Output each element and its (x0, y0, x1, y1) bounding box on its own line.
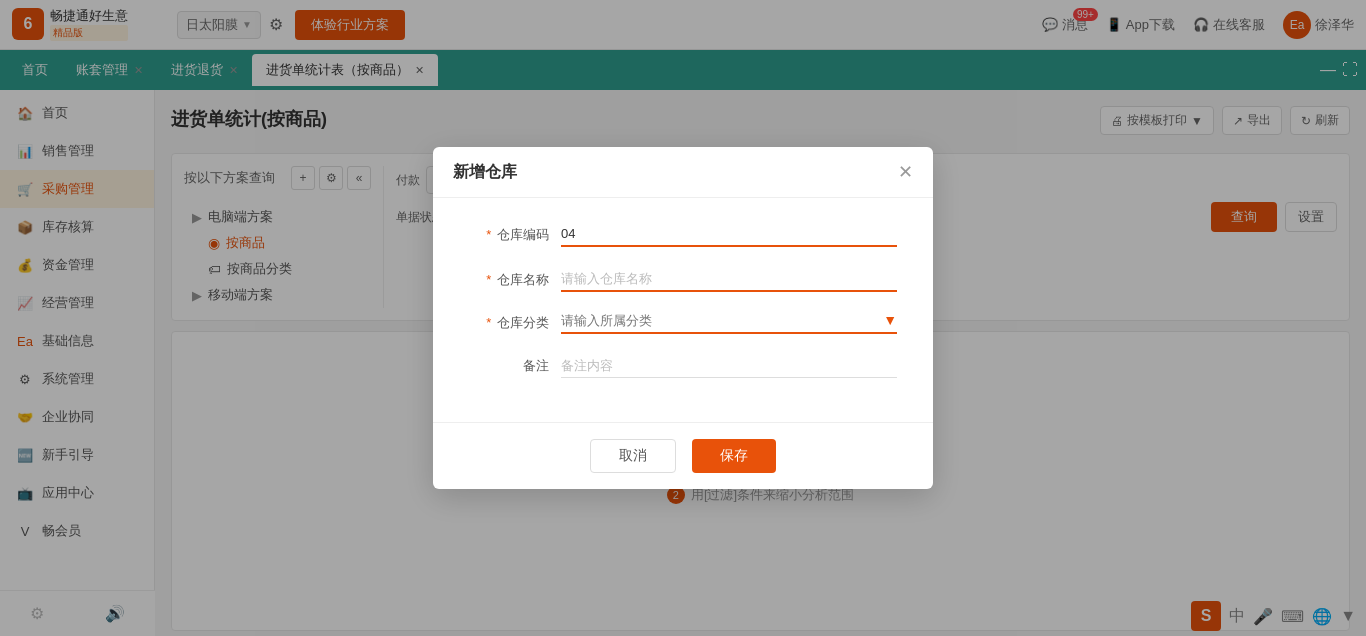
modal-body: * 仓库编码 * 仓库名称 * 仓库分类 (433, 198, 933, 422)
code-input[interactable] (561, 222, 897, 247)
modal-footer: 取消 保存 (433, 422, 933, 489)
note-input[interactable] (561, 354, 897, 378)
type-label-text: 仓库分类 (497, 315, 549, 330)
type-label: * 仓库分类 (469, 314, 549, 332)
modal-title: 新增仓库 (453, 162, 517, 183)
form-row-type: * 仓库分类 ▼ (469, 312, 897, 334)
modal-close-icon[interactable]: ✕ (898, 161, 913, 183)
cancel-button[interactable]: 取消 (590, 439, 676, 473)
note-label-text: 备注 (523, 358, 549, 373)
type-required: * (486, 315, 491, 330)
name-required: * (486, 272, 491, 287)
name-label: * 仓库名称 (469, 271, 549, 289)
code-label-text: 仓库编码 (497, 227, 549, 242)
type-select-wrapper: ▼ (561, 312, 897, 334)
code-label: * 仓库编码 (469, 226, 549, 244)
modal-new-warehouse: 新增仓库 ✕ * 仓库编码 * 仓库名称 (433, 147, 933, 489)
name-label-text: 仓库名称 (497, 272, 549, 287)
modal-header: 新增仓库 ✕ (433, 147, 933, 198)
form-row-note: 备注 (469, 354, 897, 378)
form-row-code: * 仓库编码 (469, 222, 897, 247)
type-arrow-icon: ▼ (883, 312, 897, 328)
code-required: * (486, 227, 491, 242)
save-button[interactable]: 保存 (692, 439, 776, 473)
type-input[interactable] (561, 313, 883, 328)
note-label: 备注 (469, 357, 549, 375)
modal-overlay: 新增仓库 ✕ * 仓库编码 * 仓库名称 (0, 0, 1366, 636)
name-input[interactable] (561, 267, 897, 292)
form-row-name: * 仓库名称 (469, 267, 897, 292)
